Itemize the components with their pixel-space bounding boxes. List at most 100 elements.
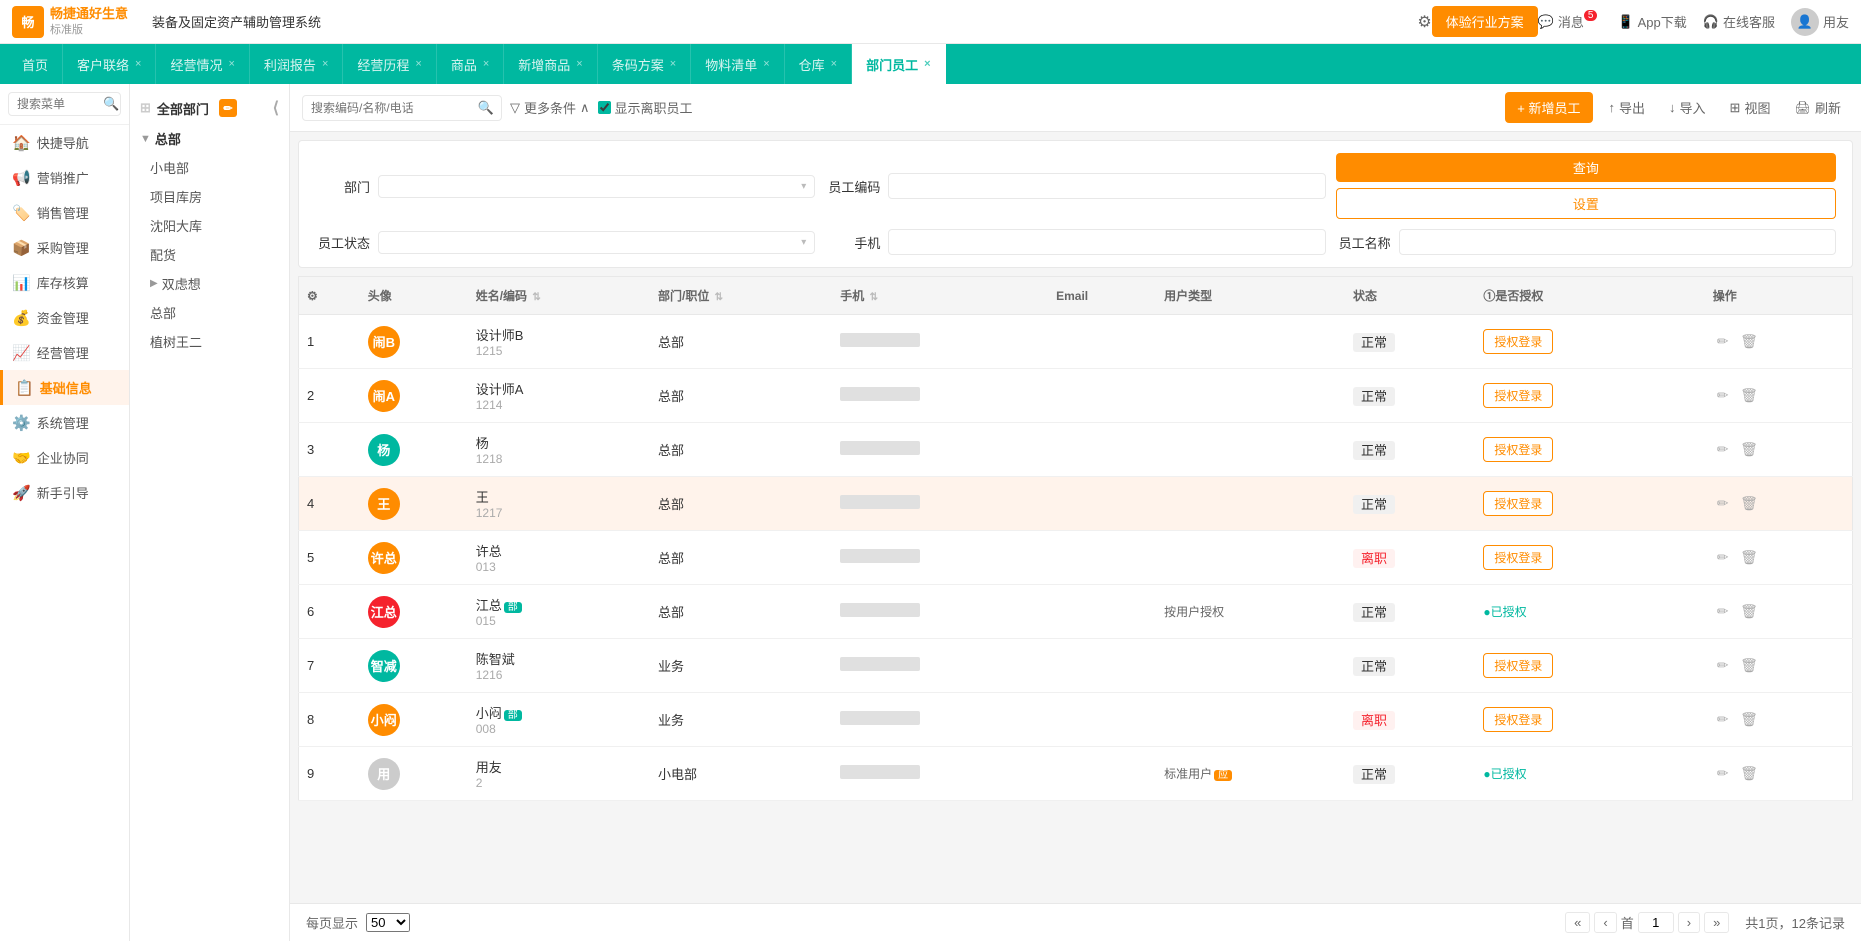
auth-login-btn[interactable]: 授权登录	[1483, 545, 1553, 570]
auth-login-btn[interactable]: 授权登录	[1483, 383, 1553, 408]
close-icon[interactable]: ×	[483, 58, 489, 70]
auth-login-btn[interactable]: 授权登录	[1483, 329, 1553, 354]
tree-item-xiaodibu[interactable]: 小电部	[130, 153, 289, 182]
delete-btn[interactable]: 🗑	[1736, 331, 1762, 352]
close-icon[interactable]: ×	[763, 58, 769, 70]
user-action[interactable]: 👤 用友	[1791, 8, 1849, 36]
close-icon[interactable]: ×	[228, 58, 234, 70]
dept-select[interactable]: ▾	[378, 175, 815, 198]
tree-item-peihuo[interactable]: 配货	[130, 240, 289, 269]
edit-dept-icon[interactable]: ✏	[219, 99, 237, 117]
col-settings: ⚙	[299, 277, 360, 315]
online-service-action[interactable]: 🎧 在线客服	[1703, 12, 1775, 31]
close-icon[interactable]: ×	[576, 58, 582, 70]
close-icon[interactable]: ×	[415, 58, 421, 70]
tab-products[interactable]: 商品 ×	[437, 44, 504, 84]
next-page-btn[interactable]: ›	[1678, 912, 1700, 933]
tab-profit[interactable]: 利润报告 ×	[250, 44, 343, 84]
first-page-btn[interactable]: «	[1565, 912, 1590, 933]
phone-blur	[840, 333, 920, 347]
table-row: 2 闹A 设计师A 1214 总部 正常 授权登录 ✏ 🗑	[299, 369, 1853, 423]
edit-btn[interactable]: ✏	[1713, 439, 1733, 460]
query-btn[interactable]: 查询	[1336, 153, 1836, 182]
sidebar-item-purchase[interactable]: 📦 采购管理	[0, 230, 129, 265]
sidebar-item-finance[interactable]: 💰 资金管理	[0, 300, 129, 335]
page-input[interactable]	[1638, 912, 1674, 933]
sidebar-item-marketing[interactable]: 📢 营销推广	[0, 160, 129, 195]
status-select[interactable]: ▾	[378, 231, 815, 254]
close-icon[interactable]: ×	[670, 58, 676, 70]
edit-btn[interactable]: ✏	[1713, 331, 1733, 352]
delete-btn[interactable]: 🗑	[1736, 385, 1762, 406]
tab-history[interactable]: 经营历程 ×	[343, 44, 436, 84]
tab-operations[interactable]: 经营情况 ×	[156, 44, 249, 84]
tab-new-product[interactable]: 新增商品 ×	[504, 44, 597, 84]
search-input[interactable]	[302, 95, 502, 121]
delete-btn[interactable]: 🗑	[1736, 709, 1762, 730]
edit-btn[interactable]: ✏	[1713, 709, 1733, 730]
collapse-tree-btn[interactable]: ⟨	[273, 98, 279, 118]
auth-login-btn[interactable]: 授权登录	[1483, 437, 1553, 462]
set-btn[interactable]: 设置	[1336, 188, 1836, 219]
sidebar-item-inventory[interactable]: 📊 库存核算	[0, 265, 129, 300]
delete-btn[interactable]: 🗑	[1736, 763, 1762, 784]
edit-btn[interactable]: ✏	[1713, 385, 1733, 406]
sidebar-item-sales[interactable]: 🏷️ 销售管理	[0, 195, 129, 230]
edit-btn[interactable]: ✏	[1713, 655, 1733, 676]
sidebar-item-system[interactable]: ⚙️ 系统管理	[0, 405, 129, 440]
delete-btn[interactable]: 🗑	[1736, 439, 1762, 460]
edit-btn[interactable]: ✏	[1713, 547, 1733, 568]
close-icon[interactable]: ×	[831, 58, 837, 70]
tree-item-zongbu-child[interactable]: 总部	[130, 298, 289, 327]
export-btn[interactable]: ↑ 导出	[1601, 93, 1654, 122]
tab-bom[interactable]: 物料清单 ×	[691, 44, 784, 84]
close-icon[interactable]: ×	[924, 58, 930, 70]
tree-item-shuangluxiang[interactable]: ▶双虑想	[130, 269, 289, 298]
edit-btn[interactable]: ✏	[1713, 601, 1733, 622]
edit-btn[interactable]: ✏	[1713, 493, 1733, 514]
phone-blur	[840, 657, 920, 671]
phone-input[interactable]	[888, 229, 1325, 255]
close-icon[interactable]: ×	[322, 58, 328, 70]
add-employee-btn[interactable]: + 新增员工	[1505, 92, 1592, 123]
employee-code-input[interactable]	[888, 173, 1325, 199]
message-action[interactable]: 💬 消息 5	[1538, 12, 1602, 31]
auth-login-btn[interactable]: 授权登录	[1483, 707, 1553, 732]
import-btn[interactable]: ↓ 导入	[1661, 93, 1714, 122]
close-icon[interactable]: ×	[135, 58, 141, 70]
view-btn[interactable]: ⊞ 视图	[1722, 93, 1779, 122]
auth-login-btn[interactable]: 授权登录	[1483, 653, 1553, 678]
sidebar-item-quicknav[interactable]: 🏠 快捷导航	[0, 125, 129, 160]
delete-btn[interactable]: 🗑	[1736, 547, 1762, 568]
sidebar-item-basic[interactable]: 📋 基础信息	[0, 370, 129, 405]
delete-btn[interactable]: 🗑	[1736, 655, 1762, 676]
show-resigned-label[interactable]: 显示离职员工	[598, 98, 693, 117]
more-filters-btn[interactable]: ▽ 更多条件 ∧	[510, 98, 590, 117]
tree-item-zhishuwanger[interactable]: 植树王二	[130, 327, 289, 356]
edit-btn[interactable]: ✏	[1713, 763, 1733, 784]
phone-blur	[840, 603, 920, 617]
tree-item-shenyang[interactable]: 沈阳大库	[130, 211, 289, 240]
last-page-btn[interactable]: »	[1704, 912, 1729, 933]
tree-group-zongbu[interactable]: ▼ 总部	[130, 124, 289, 153]
auth-login-btn[interactable]: 授权登录	[1483, 491, 1553, 516]
employee-name-input[interactable]	[1399, 229, 1836, 255]
trial-button[interactable]: 体验行业方案	[1432, 6, 1538, 37]
app-download-action[interactable]: 📱 App下载	[1617, 12, 1686, 31]
delete-btn[interactable]: 🗑	[1736, 601, 1762, 622]
gear-button[interactable]: ⚙	[1417, 12, 1431, 32]
tab-barcode[interactable]: 条码方案 ×	[598, 44, 691, 84]
tab-department[interactable]: 部门员工 ×	[852, 44, 945, 84]
tab-home[interactable]: 首页	[8, 44, 63, 84]
sidebar-item-cooperation[interactable]: 🤝 企业协同	[0, 440, 129, 475]
sidebar-item-management[interactable]: 📈 经营管理	[0, 335, 129, 370]
sidebar-item-newguide[interactable]: 🚀 新手引导	[0, 475, 129, 510]
per-page-select[interactable]: 50 20 100	[366, 913, 410, 932]
tab-customer[interactable]: 客户联络 ×	[63, 44, 156, 84]
tree-item-xiangmuinfo[interactable]: 项目库房	[130, 182, 289, 211]
print-btn[interactable]: 🖨 刷新	[1786, 93, 1849, 122]
tab-warehouse[interactable]: 仓库 ×	[785, 44, 852, 84]
show-resigned-checkbox[interactable]	[598, 101, 611, 114]
delete-btn[interactable]: 🗑	[1736, 493, 1762, 514]
prev-page-btn[interactable]: ‹	[1594, 912, 1616, 933]
